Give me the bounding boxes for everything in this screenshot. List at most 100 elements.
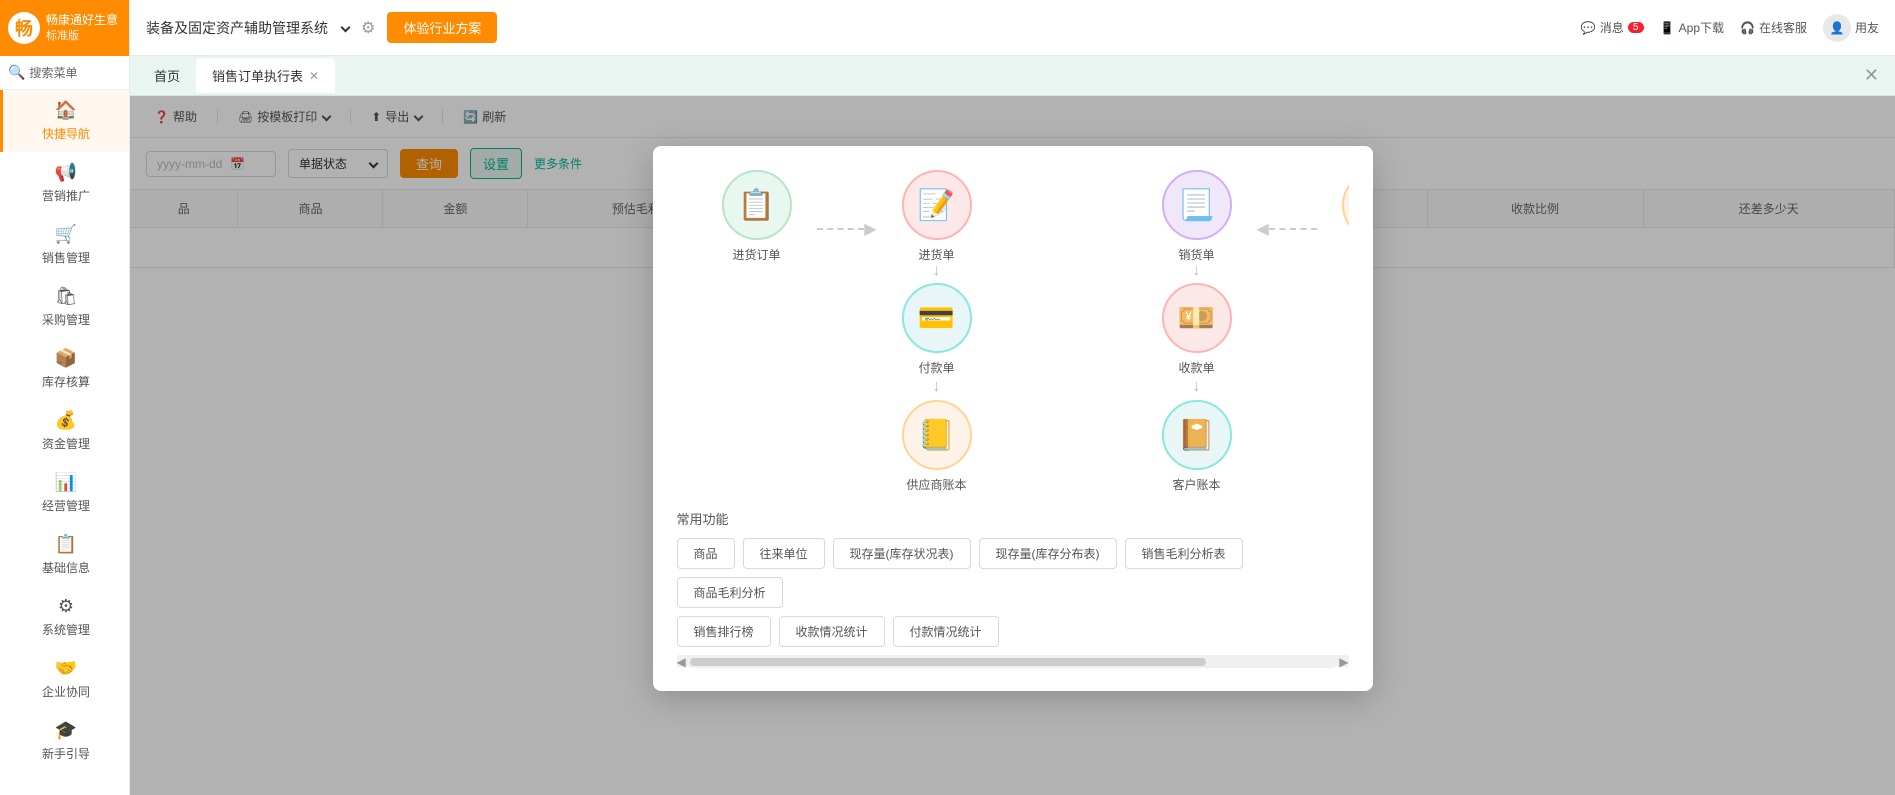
message-action[interactable]: 💬 消息 5 (1581, 19, 1644, 36)
box-icon: 📦 (55, 348, 77, 369)
sidebar-item-basic-info[interactable]: 📋 基础信息 (0, 524, 129, 586)
arrow-sales-order-to-bill: ◀ (1257, 219, 1317, 239)
online-service-action[interactable]: 🎧 在线客服 (1740, 19, 1807, 36)
tab-sales-order-exec[interactable]: 销售订单执行表 ✕ (196, 58, 335, 93)
sales-order-icon: 🗒 (1342, 170, 1349, 240)
search-icon: 🔍 (8, 64, 25, 81)
bag-icon: 🛍 (55, 286, 78, 307)
flow-item-sales-bill[interactable]: 📃 销货单 (1137, 170, 1257, 263)
modal-scroll: 📋 进货订单 ▶ (677, 170, 1349, 647)
modal-horizontal-scrollbar[interactable]: ◀ ▶ (677, 655, 1349, 667)
common-buttons-row1: 商品 往来单位 现存量(库存状况表) 现存量(库存分布表) 销售毛利分析表 商品… (677, 538, 1349, 608)
supplier-ledger-icon: 📒 (902, 400, 972, 470)
purchase-order-icon: 📋 (722, 170, 792, 240)
scroll-thumb (690, 658, 1206, 666)
sidebar-item-system[interactable]: ⚙ 系统管理 (0, 586, 129, 648)
settings-icon[interactable]: ⚙ (361, 18, 375, 38)
common-btn-sales-margin[interactable]: 销售毛利分析表 (1125, 538, 1243, 569)
flow-item-sales-order[interactable]: 🗒 销售订单 (1317, 170, 1349, 263)
spacer-5 (997, 400, 1137, 493)
sidebar-item-inventory[interactable]: 📦 库存核算 (0, 338, 129, 400)
chevron-down-icon (341, 23, 351, 33)
sidebar-item-enterprise[interactable]: 🤝 企业协同 (0, 648, 129, 710)
sidebar-item-marketing[interactable]: 📢 营销推广 (0, 152, 129, 214)
service-icon: 🎧 (1740, 21, 1755, 35)
common-btn-inventory-dist[interactable]: 现存量(库存分布表) (979, 538, 1117, 569)
flow-item-purchase-order[interactable]: 📋 进货订单 (697, 170, 817, 263)
flow-item-receipt[interactable]: 💴 收款单 (1137, 283, 1257, 376)
common-btn-product-margin[interactable]: 商品毛利分析 (677, 577, 783, 608)
gear-icon: ⚙ (58, 596, 74, 617)
sidebar: 畅 畅康通好生意 标准版 🔍 搜索菜单 🏠 快捷导航 📢 营销推广 🛒 销售管理 (0, 0, 130, 795)
down-arrow-payment: ↓ (877, 378, 997, 396)
content-area: ❓ 帮助 🖨 按模板打印 ⬆ 导出 🔄 刷新 (130, 96, 1895, 795)
sidebar-item-sales[interactable]: 🛒 销售管理 (0, 214, 129, 276)
common-btn-payment-stats[interactable]: 付款情况统计 (893, 616, 999, 647)
money-icon: 💰 (55, 410, 77, 431)
download-icon: 📱 (1660, 21, 1675, 35)
sales-bill-icon: 📃 (1162, 170, 1232, 240)
flow-item-payment[interactable]: 💳 付款单 (877, 283, 997, 376)
trial-button[interactable]: 体验行业方案 (387, 12, 497, 43)
tab-home[interactable]: 首页 (138, 58, 196, 93)
scroll-left-arrow[interactable]: ◀ (677, 655, 686, 669)
sidebar-item-operations[interactable]: 📊 经营管理 (0, 462, 129, 524)
purchase-bill-icon: 📝 (902, 170, 972, 240)
flow-item-purchase-bill[interactable]: 📝 进货单 (877, 170, 997, 263)
handshake-icon: 🤝 (55, 658, 77, 679)
topbar-actions: 💬 消息 5 📱 App下载 🎧 在线客服 👤 用友 (1581, 14, 1879, 42)
arrow-purchase-order-to-bill: ▶ (817, 219, 877, 239)
sidebar-item-quick-nav[interactable]: 🏠 快捷导航 (0, 90, 129, 152)
down-arrow-sales: ↓ (1137, 263, 1257, 279)
avatar: 👤 (1823, 14, 1851, 42)
message-icon: 💬 (1581, 21, 1596, 35)
sidebar-search[interactable]: 🔍 搜索菜单 (0, 56, 129, 90)
logo-text: 畅康通好生意 标准版 (46, 13, 118, 43)
common-functions: 常用功能 商品 往来单位 现存量(库存状况表) 现存量(库存分布表) 销售毛利分… (677, 509, 1349, 647)
flow-diagram: 📋 进货订单 ▶ (677, 170, 1349, 493)
logo-icon: 畅 (8, 12, 40, 44)
down-arrow-purchase: ↓ (877, 263, 997, 279)
message-badge: 5 (1628, 22, 1644, 33)
common-btn-products[interactable]: 商品 (677, 538, 735, 569)
app-download-action[interactable]: 📱 App下载 (1660, 19, 1724, 36)
cart-icon: 🛒 (55, 224, 77, 245)
user-action[interactable]: 👤 用友 (1823, 14, 1879, 42)
avatar-icon: 👤 (1830, 21, 1845, 35)
scroll-right-arrow[interactable]: ▶ (1339, 655, 1348, 669)
sidebar-logo: 畅 畅康通好生意 标准版 (0, 0, 129, 56)
sidebar-item-finance[interactable]: 💰 资金管理 (0, 400, 129, 462)
common-btn-partner[interactable]: 往来单位 (743, 538, 825, 569)
main-content: 装备及固定资产辅助管理系统 ⚙ 体验行业方案 💬 消息 5 📱 App下载 🎧 (130, 0, 1895, 795)
common-btn-sales-ranking[interactable]: 销售排行榜 (677, 616, 771, 647)
customer-ledger-icon: 📔 (1162, 400, 1232, 470)
megaphone-icon: 📢 (55, 162, 77, 183)
receipt-icon: 💴 (1162, 283, 1232, 353)
chart-icon: 📊 (55, 472, 77, 493)
spacer-4 (997, 378, 1137, 396)
common-btn-inventory-status[interactable]: 现存量(库存状况表) (833, 538, 971, 569)
spacer-arrow1 (817, 263, 877, 279)
down-arrow-receipt: ↓ (1137, 378, 1257, 396)
sidebar-item-newbie[interactable]: 🎓 新手引导 (0, 710, 129, 772)
flow-modal: 📋 进货订单 ▶ (653, 146, 1373, 691)
graduation-icon: 🎓 (55, 720, 77, 741)
sidebar-nav: 🏠 快捷导航 📢 营销推广 🛒 销售管理 🛍 采购管理 📦 库存核算 💰 (0, 90, 129, 795)
common-buttons-row2: 销售排行榜 收款情况统计 付款情况统计 (677, 616, 1349, 647)
spacer-2 (997, 263, 1137, 279)
home-icon: 🏠 (55, 100, 77, 121)
payment-icon: 💳 (902, 283, 972, 353)
clipboard-icon: 📋 (55, 534, 77, 555)
system-dropdown[interactable] (340, 24, 349, 31)
flow-item-supplier-ledger[interactable]: 📒 供应商账本 (877, 400, 997, 493)
sidebar-item-purchase[interactable]: 🛍 采购管理 (0, 276, 129, 338)
tab-close-icon[interactable]: ✕ (309, 69, 319, 83)
topbar: 装备及固定资产辅助管理系统 ⚙ 体验行业方案 💬 消息 5 📱 App下载 🎧 (130, 0, 1895, 56)
window-close-icon[interactable]: ✕ (1856, 57, 1887, 94)
common-btn-receipt-stats[interactable]: 收款情况统计 (779, 616, 885, 647)
tabbar: 首页 销售订单执行表 ✕ ✕ (130, 56, 1895, 96)
common-functions-title: 常用功能 (677, 509, 1349, 528)
flow-item-customer-ledger[interactable]: 📔 客户账本 (1137, 400, 1257, 493)
spacer-purchase-order (697, 263, 817, 279)
system-title: 装备及固定资产辅助管理系统 (146, 18, 328, 38)
